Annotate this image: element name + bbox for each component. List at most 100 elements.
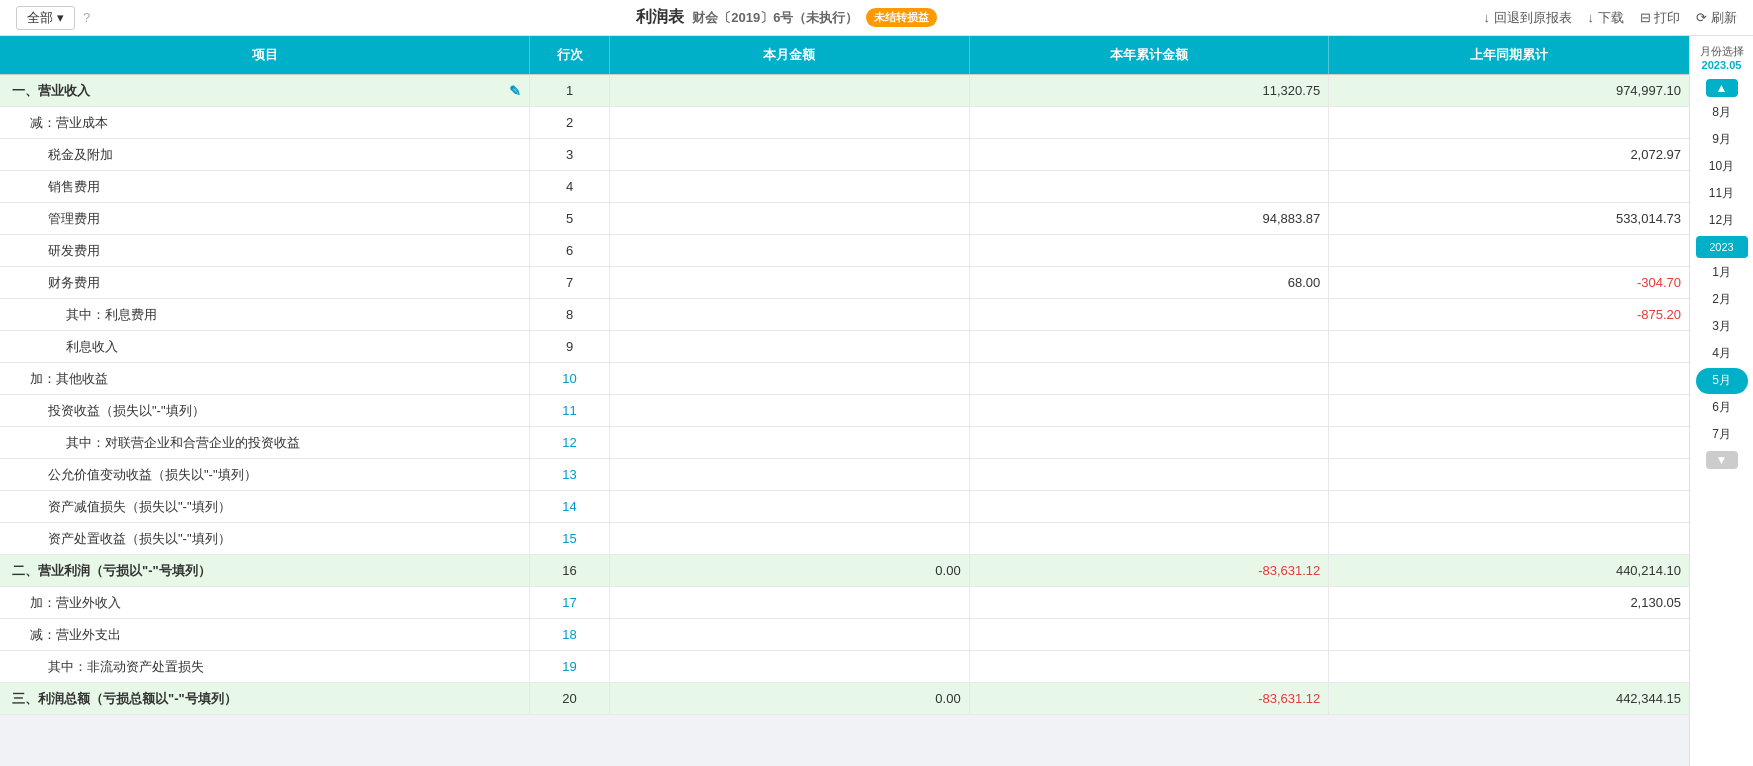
row-ytd-amount [970, 427, 1330, 458]
sidebar-month-item[interactable]: 12月 [1696, 208, 1748, 234]
row-name: 资产处置收益（损失以"-"填列） [0, 523, 530, 554]
col-header-ytd: 本年累计金额 [970, 36, 1330, 74]
row-seq: 20 [530, 683, 610, 714]
row-ytd-amount [970, 619, 1330, 650]
row-seq: 10 [530, 363, 610, 394]
report-title: 利润表 [636, 7, 684, 28]
chevron-down-icon: ▾ [57, 10, 64, 25]
row-ytd-amount [970, 363, 1330, 394]
row-ytd-amount [970, 299, 1330, 330]
row-seq: 9 [530, 331, 610, 362]
row-prior-amount [1329, 235, 1689, 266]
sidebar-month-item[interactable]: 10月 [1696, 154, 1748, 180]
row-month-amount [610, 459, 970, 490]
row-name: 其中：非流动资产处置损失 [0, 651, 530, 682]
row-seq: 18 [530, 619, 610, 650]
table-row: 销售费用4 [0, 171, 1689, 203]
table-row: 减：营业外支出18 [0, 619, 1689, 651]
table-row: 投资收益（损失以"-"填列）11 [0, 395, 1689, 427]
row-seq: 3 [530, 139, 610, 170]
table-area: 项目 行次 本月金额 本年累计金额 上年同期累计 一、营业收入✎111,320.… [0, 36, 1689, 766]
table-row: 公允价值变动收益（损失以"-"填列）13 [0, 459, 1689, 491]
row-month-amount [610, 651, 970, 682]
row-month-amount [610, 491, 970, 522]
row-ytd-amount: -83,631.12 [970, 683, 1330, 714]
sidebar-month-item[interactable]: 11月 [1696, 181, 1748, 207]
table-row: 减：营业成本2 [0, 107, 1689, 139]
table-row: 加：营业外收入172,130.05 [0, 587, 1689, 619]
download-button[interactable]: ↓ 下载 [1588, 9, 1624, 27]
row-name: 其中：利息费用 [0, 299, 530, 330]
row-seq: 11 [530, 395, 610, 426]
table-header: 项目 行次 本月金额 本年累计金额 上年同期累计 [0, 36, 1689, 75]
row-prior-amount [1329, 651, 1689, 682]
row-prior-amount: -875.20 [1329, 299, 1689, 330]
back-button[interactable]: ↓ 回退到原报表 [1483, 9, 1571, 27]
row-seq: 7 [530, 267, 610, 298]
row-ytd-amount [970, 491, 1330, 522]
sidebar-months: 8月9月10月11月12月20231月2月3月4月5月6月7月 [1696, 99, 1748, 449]
sidebar-month-item[interactable]: 8月 [1696, 100, 1748, 126]
row-month-amount [610, 171, 970, 202]
print-button[interactable]: ⊟ 打印 [1640, 9, 1681, 27]
row-ytd-amount [970, 171, 1330, 202]
row-ytd-amount [970, 587, 1330, 618]
row-name: 加：营业外收入 [0, 587, 530, 618]
row-seq: 8 [530, 299, 610, 330]
col-header-prior: 上年同期累计 [1329, 36, 1689, 74]
row-prior-amount [1329, 523, 1689, 554]
row-prior-amount: 2,072.97 [1329, 139, 1689, 170]
sidebar-month-item[interactable]: 6月 [1696, 395, 1748, 421]
row-ytd-amount [970, 107, 1330, 138]
row-prior-amount: 440,214.10 [1329, 555, 1689, 586]
status-badge: 未结转损益 [866, 8, 937, 27]
sidebar-month-item[interactable]: 2023 [1696, 236, 1748, 258]
table-row: 税金及附加3 2,072.97 [0, 139, 1689, 171]
row-seq: 6 [530, 235, 610, 266]
edit-icon[interactable]: ✎ [509, 83, 521, 99]
row-prior-amount: -304.70 [1329, 267, 1689, 298]
row-prior-amount [1329, 427, 1689, 458]
row-prior-amount [1329, 395, 1689, 426]
row-prior-amount [1329, 363, 1689, 394]
row-month-amount [610, 523, 970, 554]
row-month-amount [610, 299, 970, 330]
row-name: 利息收入 [0, 331, 530, 362]
refresh-button[interactable]: ⟳ 刷新 [1696, 9, 1737, 27]
question-icon[interactable]: ? [83, 10, 90, 25]
row-seq: 5 [530, 203, 610, 234]
row-prior-amount: 974,997.10 [1329, 75, 1689, 106]
row-month-amount [610, 395, 970, 426]
sidebar-up-button[interactable]: ▲ [1706, 79, 1738, 97]
row-seq: 12 [530, 427, 610, 458]
table-row: 三、利润总额（亏损总额以"-"号填列）200.00-83,631.12442,3… [0, 683, 1689, 715]
table-row: 其中：对联营企业和合营企业的投资收益12 [0, 427, 1689, 459]
row-name: 三、利润总额（亏损总额以"-"号填列） [0, 683, 530, 714]
row-seq: 15 [530, 523, 610, 554]
sidebar-month-item[interactable]: 4月 [1696, 341, 1748, 367]
table-row: 资产处置收益（损失以"-"填列）15 [0, 523, 1689, 555]
top-bar-right: ↓ 回退到原报表 ↓ 下载 ⊟ 打印 ⟳ 刷新 [1483, 9, 1737, 27]
table-row: 二、营业利润（亏损以"-"号填列）160.00-83,631.12440,214… [0, 555, 1689, 587]
col-header-name: 项目 [0, 36, 530, 74]
row-seq: 1 [530, 75, 610, 106]
row-ytd-amount: -83,631.12 [970, 555, 1330, 586]
row-prior-amount [1329, 331, 1689, 362]
sidebar-month-item[interactable]: 9月 [1696, 127, 1748, 153]
sidebar-down-button[interactable]: ▼ [1706, 451, 1738, 469]
row-ytd-amount [970, 459, 1330, 490]
table-row: 加：其他收益10 [0, 363, 1689, 395]
row-month-amount [610, 235, 970, 266]
sidebar-month-item[interactable]: 3月 [1696, 314, 1748, 340]
sidebar-month-item[interactable]: 7月 [1696, 422, 1748, 448]
sidebar-month-item[interactable]: 2月 [1696, 287, 1748, 313]
row-seq: 16 [530, 555, 610, 586]
row-seq: 2 [530, 107, 610, 138]
table-row: 资产减值损失（损失以"-"填列）14 [0, 491, 1689, 523]
sidebar-month-item[interactable]: 1月 [1696, 260, 1748, 286]
row-name: 税金及附加 [0, 139, 530, 170]
col-header-month: 本月金额 [610, 36, 970, 74]
sidebar-month-item[interactable]: 5月 [1696, 368, 1748, 394]
row-ytd-amount [970, 395, 1330, 426]
dropdown-button[interactable]: 全部 ▾ [16, 6, 75, 30]
